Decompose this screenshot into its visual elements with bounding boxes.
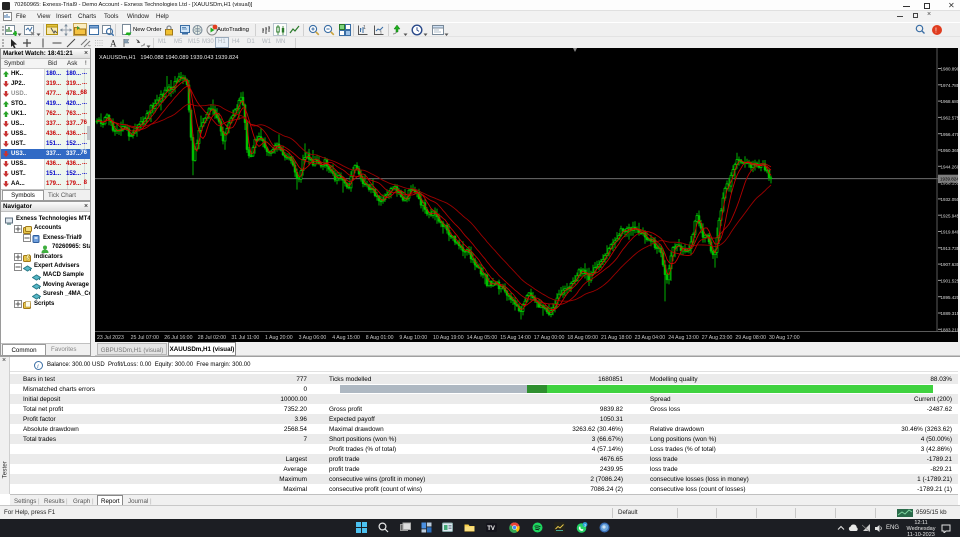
svg-text:14 Aug 05:00: 14 Aug 05:00 <box>467 335 498 341</box>
svg-text:17 Aug 00:00: 17 Aug 00:00 <box>534 335 565 341</box>
svg-text:!: ! <box>935 28 937 35</box>
svg-text:3: 3 <box>584 523 586 527</box>
svg-text:A: A <box>110 39 117 49</box>
svg-text:1925.945: 1925.945 <box>941 213 959 218</box>
svg-text:1907.630: 1907.630 <box>941 262 959 267</box>
svg-text:XAUUSDm,H1 1940.088 1940.089: XAUUSDm,H1 1940.088 1940.089 1939.043 19… <box>99 55 238 61</box>
svg-text:1939.824: 1939.824 <box>940 177 958 182</box>
svg-text:31 Jul 11:00: 31 Jul 11:00 <box>231 335 259 341</box>
svg-text:26 Jul 16:00: 26 Jul 16:00 <box>164 335 192 341</box>
svg-text:1932.050: 1932.050 <box>941 197 959 202</box>
svg-text:4 Aug 15:00: 4 Aug 15:00 <box>332 335 360 341</box>
svg-text:1889.315: 1889.315 <box>941 311 959 316</box>
svg-text:1962.575: 1962.575 <box>941 116 959 121</box>
svg-text:1: 1 <box>363 25 366 31</box>
svg-text:1 Aug 20:00: 1 Aug 20:00 <box>265 335 293 341</box>
svg-text:1944.260: 1944.260 <box>941 164 959 169</box>
svg-text:23 Aug 04:00: 23 Aug 04:00 <box>635 335 666 341</box>
svg-text:1968.680: 1968.680 <box>941 99 959 104</box>
svg-text:24 Aug 13:00: 24 Aug 13:00 <box>668 335 699 341</box>
svg-text:1974.785: 1974.785 <box>941 83 959 88</box>
svg-text:15 Aug 14:00: 15 Aug 14:00 <box>500 335 531 341</box>
svg-text:1956.470: 1956.470 <box>941 132 959 137</box>
svg-text:3 Aug 06:00: 3 Aug 06:00 <box>299 335 327 341</box>
svg-text:30 Aug 17:00: 30 Aug 17:00 <box>769 335 800 341</box>
svg-text:25 Jul 07:00: 25 Jul 07:00 <box>131 335 159 341</box>
svg-text:1883.210: 1883.210 <box>941 327 959 332</box>
svg-text:1901.525: 1901.525 <box>941 279 959 284</box>
svg-text:i: i <box>37 363 39 370</box>
svg-text:1895.420: 1895.420 <box>941 295 959 300</box>
svg-text:18 Aug 09:00: 18 Aug 09:00 <box>567 335 598 341</box>
svg-text:1913.735: 1913.735 <box>941 246 959 251</box>
svg-text:8 Aug 01:00: 8 Aug 01:00 <box>366 335 394 341</box>
svg-text:28 Jul 02:00: 28 Jul 02:00 <box>198 335 226 341</box>
svg-text:23 Jul 2023: 23 Jul 2023 <box>97 335 124 341</box>
svg-text:21 Aug 18:00: 21 Aug 18:00 <box>601 335 632 341</box>
svg-text:10 Aug 19:00: 10 Aug 19:00 <box>433 335 464 341</box>
svg-text:29 Aug 08:00: 29 Aug 08:00 <box>735 335 766 341</box>
svg-text:1919.840: 1919.840 <box>941 230 959 235</box>
svg-text:9 Aug 10:00: 9 Aug 10:00 <box>399 335 427 341</box>
svg-text:1980.890: 1980.890 <box>941 67 959 72</box>
svg-text:TV: TV <box>487 526 495 532</box>
svg-text:27 Aug 23:00: 27 Aug 23:00 <box>702 335 733 341</box>
svg-text:1950.365: 1950.365 <box>941 148 959 153</box>
